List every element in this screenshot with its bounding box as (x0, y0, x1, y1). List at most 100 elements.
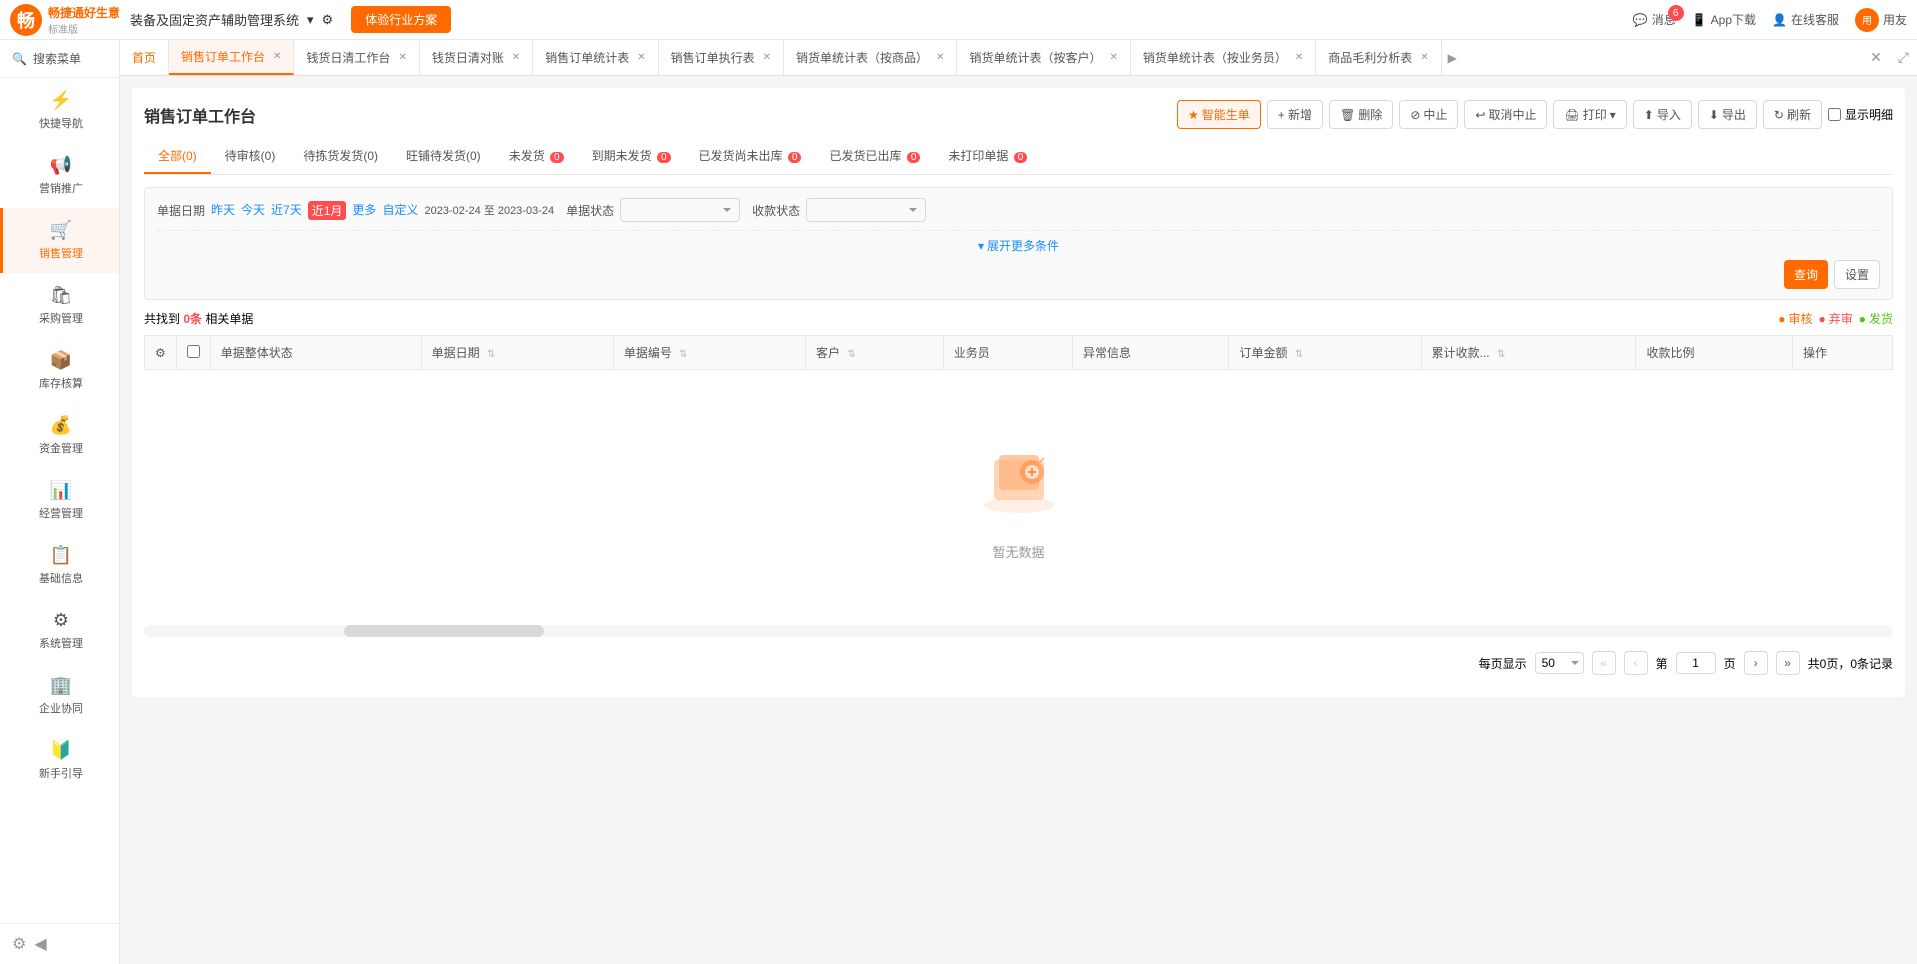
sidebar-item-quick-nav[interactable]: ⚡ 快捷导航 (0, 78, 119, 143)
date-today[interactable]: 今天 (241, 201, 265, 220)
tab-sales-exec[interactable]: 销售订单执行表 ✕ (659, 40, 784, 75)
sidebar-item-corp[interactable]: 🏢 企业协同 (0, 663, 119, 728)
tab-nav-right[interactable]: ▶ (1442, 40, 1463, 75)
prev-page-button[interactable]: ‹ (1624, 651, 1648, 675)
tab-sales-summary-staff[interactable]: 销货单统计表（按业务员） ✕ (1131, 40, 1316, 75)
current-page-input[interactable] (1676, 652, 1716, 674)
sidebar-search[interactable]: 🔍 搜索菜单 (0, 40, 119, 78)
horizontal-scrollbar[interactable] (144, 625, 1893, 637)
next-page-button[interactable]: › (1744, 651, 1768, 675)
query-button[interactable]: 查询 (1784, 260, 1828, 289)
tab-cash-daily-close[interactable]: ✕ (398, 52, 406, 63)
purchase-icon: 🛍 (50, 285, 73, 306)
ship-button[interactable]: ● 发货 (1859, 310, 1893, 327)
tab-sales-summary-staff-close[interactable]: ✕ (1295, 52, 1303, 63)
filter-tab-not-shipped[interactable]: 未发货 0 (495, 139, 578, 174)
trial-button[interactable]: 体验行业方案 (351, 6, 451, 33)
tab-cash-reconcile[interactable]: 钱货日清对账 ✕ (420, 40, 533, 75)
tab-close-all-button[interactable]: ✕ (1862, 40, 1890, 76)
sidebar-item-system[interactable]: ⚙ 系统管理 (0, 598, 119, 663)
show-detail-toggle[interactable]: 显示明细 (1828, 106, 1893, 123)
filter-tab-pending[interactable]: 待审核(0) (211, 139, 290, 174)
sidebar-item-basic[interactable]: 📋 基础信息 (0, 533, 119, 598)
import-button[interactable]: ⬆ 导入 (1633, 100, 1692, 129)
filter-tab-pick[interactable]: 待拣货发货(0) (289, 139, 392, 174)
tab-sales-stats-close[interactable]: ✕ (637, 52, 645, 63)
sidebar-item-sales[interactable]: 🛒 销售管理 (0, 208, 119, 273)
expand-filters-button[interactable]: ▾ 展开更多条件 (978, 237, 1059, 254)
tab-gross-margin-close[interactable]: ✕ (1420, 52, 1428, 63)
page-size-select[interactable]: 50 10 20 100 (1535, 652, 1584, 674)
date-more[interactable]: 更多 (352, 201, 376, 220)
amount-sort-icon[interactable]: ⇅ (1295, 349, 1303, 360)
tab-maximize-button[interactable]: ⤢ (1890, 40, 1917, 76)
filter-tab-shipped-out[interactable]: 已发货已出库 0 (815, 139, 934, 174)
tab-sales-stats-label: 销售订单统计表 (545, 49, 629, 66)
first-page-button[interactable]: « (1592, 651, 1616, 675)
date-1month[interactable]: 近1月 (308, 201, 347, 220)
tab-gross-margin[interactable]: 商品毛利分析表 ✕ (1316, 40, 1441, 75)
sidebar-item-purchase[interactable]: 🛍 采购管理 (0, 273, 119, 338)
filter-tab-overdue[interactable]: 到期未发货 0 (578, 139, 685, 174)
sidebar-item-finance[interactable]: 💰 资金管理 (0, 403, 119, 468)
delete-button[interactable]: 🗑 删除 (1329, 100, 1393, 129)
select-all-checkbox[interactable] (187, 345, 200, 358)
user-button[interactable]: 用 用友 (1855, 8, 1907, 32)
show-detail-checkbox[interactable] (1828, 108, 1841, 121)
filter-tab-not-printed[interactable]: 未打印单据 0 (934, 139, 1041, 174)
sidebar-item-operations[interactable]: 📊 经营管理 (0, 468, 119, 533)
last-page-button[interactable]: » (1776, 651, 1800, 675)
settings-bottom-icon[interactable]: ⚙ (12, 934, 26, 954)
tab-cash-reconcile-close[interactable]: ✕ (512, 52, 520, 63)
online-service-button[interactable]: 👤 在线客服 (1772, 11, 1839, 28)
app-download-label: App下载 (1711, 11, 1756, 28)
payment-filter-select[interactable] (806, 198, 926, 222)
tab-sales-workbench[interactable]: 销售订单工作台 ✕ (169, 40, 294, 75)
date-sort-icon[interactable]: ⇅ (487, 349, 495, 360)
cancel-audit-button[interactable]: ● 弃审 (1818, 310, 1852, 327)
tab-sales-exec-close[interactable]: ✕ (763, 52, 771, 63)
main-card: 销售订单工作台 ★ 智能生单 + 新增 🗑 删除 ⊘ (132, 88, 1905, 697)
tab-cash-daily[interactable]: 钱货日清工作台 ✕ (294, 40, 419, 75)
tab-sales-workbench-close[interactable]: ✕ (273, 51, 281, 62)
column-settings-icon[interactable]: ⚙ (155, 346, 166, 360)
sidebar-item-guide[interactable]: 🔰 新手引导 (0, 728, 119, 793)
tab-sales-summary-customer[interactable]: 销货单统计表（按客户） ✕ (957, 40, 1130, 75)
date-yesterday[interactable]: 昨天 (211, 201, 235, 220)
title-dropdown-icon[interactable]: ▾ (307, 12, 314, 28)
page-separator: 页 (1724, 655, 1736, 672)
settings-icon[interactable]: ⚙ (322, 12, 334, 28)
tab-sales-stats[interactable]: 销售订单统计表 ✕ (533, 40, 658, 75)
stop-button[interactable]: ⊘ 中止 (1399, 100, 1458, 129)
number-sort-icon[interactable]: ⇅ (679, 349, 687, 360)
collapse-icon[interactable]: ◀ (34, 934, 46, 954)
cancel-stop-button[interactable]: ↩ 取消中止 (1464, 100, 1547, 129)
tab-sales-summary-product-close[interactable]: ✕ (936, 52, 944, 63)
message-button[interactable]: 💬 消息 6 (1633, 11, 1676, 28)
status-filter-select[interactable] (620, 198, 740, 222)
sales-icon: 🛒 (50, 220, 72, 241)
received-sort-icon[interactable]: ⇅ (1497, 349, 1505, 360)
tab-sales-summary-customer-close[interactable]: ✕ (1109, 52, 1117, 63)
export-button[interactable]: ⬇ 导出 (1698, 100, 1757, 129)
sidebar-item-inventory[interactable]: 📦 库存核算 (0, 338, 119, 403)
date-custom[interactable]: 自定义 (382, 201, 418, 220)
settings-filter-button[interactable]: 设置 (1834, 260, 1880, 289)
col-number: 单据编号 ⇅ (613, 336, 805, 370)
filter-tab-all-label: 全部(0) (158, 149, 197, 163)
filter-tab-all[interactable]: 全部(0) (144, 139, 211, 174)
tab-sales-summary-product[interactable]: 销货单统计表（按商品） ✕ (784, 40, 957, 75)
refresh-button[interactable]: ↻ 刷新 (1763, 100, 1822, 129)
filter-tab-shipped-not-out[interactable]: 已发货尚未出库 0 (685, 139, 816, 174)
filter-tab-wangpu[interactable]: 旺铺待发货(0) (392, 139, 495, 174)
tab-home[interactable]: 首页 (120, 40, 169, 75)
new-button[interactable]: + 新增 (1267, 100, 1323, 129)
customer-sort-icon[interactable]: ⇅ (847, 349, 855, 360)
date-7days[interactable]: 近7天 (271, 201, 302, 220)
sidebar-item-marketing[interactable]: 📢 营销推广 (0, 143, 119, 208)
smart-create-button[interactable]: ★ 智能生单 (1177, 100, 1261, 129)
audit-button[interactable]: ● 审核 (1778, 310, 1812, 327)
results-count: 共找到 0条 相关单据 (144, 310, 253, 327)
print-button[interactable]: 🖨 打印 ▾ (1553, 100, 1626, 129)
app-download-button[interactable]: 📱 App下载 (1692, 11, 1756, 28)
